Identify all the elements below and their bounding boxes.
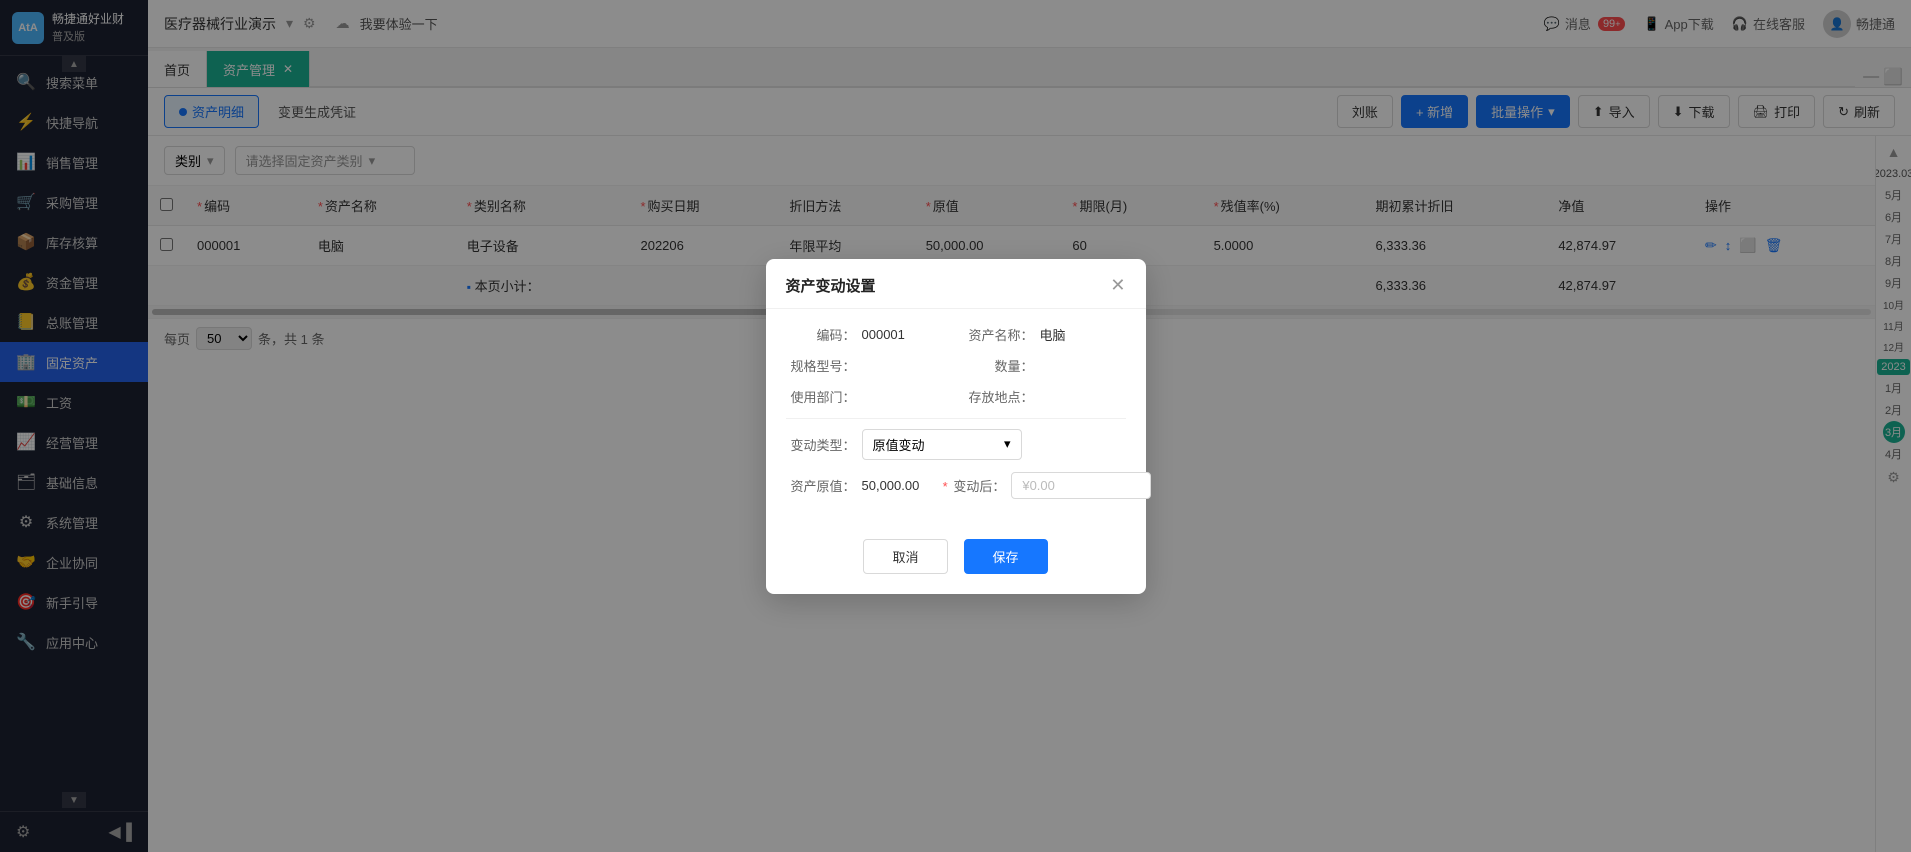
dialog-header: 资产变动设置 ✕ bbox=[766, 259, 1146, 309]
change-type-label: 变动类型： bbox=[786, 435, 856, 454]
dept-label: 使用部门： bbox=[786, 387, 856, 406]
dialog-row-change-type: 变动类型： 原值变动 ▾ bbox=[786, 429, 1126, 460]
change-type-chevron: ▾ bbox=[1004, 436, 1011, 452]
after-value-input[interactable] bbox=[1011, 472, 1151, 499]
spec-label: 规格型号： bbox=[786, 356, 856, 375]
cancel-button[interactable]: 取消 bbox=[863, 539, 947, 574]
code-label: 编码： bbox=[786, 325, 856, 344]
code-value: 000001 bbox=[862, 327, 948, 342]
name-value: 电脑 bbox=[1040, 325, 1126, 344]
after-label: * 变动后： bbox=[935, 476, 1005, 495]
dialog-row-dept-loc: 使用部门： 存放地点： bbox=[786, 387, 1126, 406]
dialog-close-btn[interactable]: ✕ bbox=[1110, 275, 1125, 296]
dialog-divider bbox=[786, 418, 1126, 419]
name-label: 资产名称： bbox=[964, 325, 1034, 344]
dialog-row-code-name: 编码： 000001 资产名称： 电脑 bbox=[786, 325, 1126, 344]
dialog-title: 资产变动设置 bbox=[786, 275, 876, 296]
dialog-body: 编码： 000001 资产名称： 电脑 规格型号： 数量： 使用部门： 存放地点… bbox=[766, 309, 1146, 527]
save-button[interactable]: 保存 bbox=[964, 539, 1048, 574]
dialog-row-spec-qty: 规格型号： 数量： bbox=[786, 356, 1126, 375]
dialog-row-values: 资产原值： 50,000.00 * 变动后： bbox=[786, 472, 1126, 499]
dialog-footer: 取消 保存 bbox=[766, 527, 1146, 594]
location-label: 存放地点： bbox=[964, 387, 1034, 406]
change-type-select[interactable]: 原值变动 ▾ bbox=[862, 429, 1022, 460]
original-value: 50,000.00 bbox=[862, 478, 920, 493]
asset-change-dialog: 资产变动设置 ✕ 编码： 000001 资产名称： 电脑 规格型号： 数量： 使… bbox=[766, 259, 1146, 594]
dialog-overlay: 资产变动设置 ✕ 编码： 000001 资产名称： 电脑 规格型号： 数量： 使… bbox=[0, 0, 1911, 852]
change-type-value: 原值变动 bbox=[873, 435, 925, 454]
qty-label: 数量： bbox=[964, 356, 1034, 375]
original-value-label: 资产原值： bbox=[786, 476, 856, 495]
